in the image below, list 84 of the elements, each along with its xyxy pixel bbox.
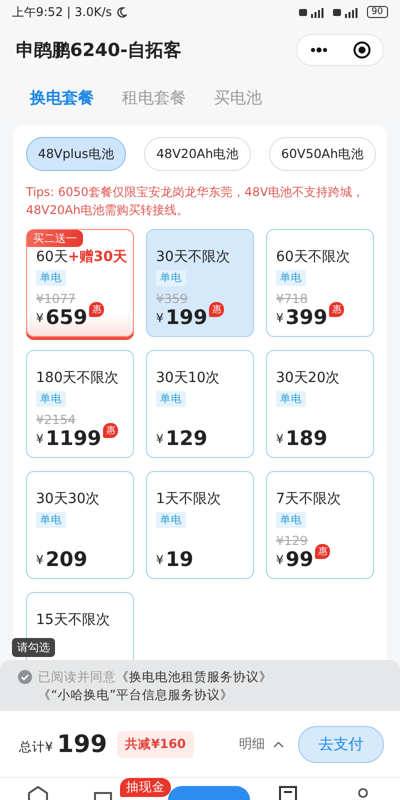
more-icon[interactable]	[310, 47, 328, 53]
plan-tag: 单电	[36, 391, 66, 407]
total-price: 199	[56, 730, 108, 758]
moon-icon	[116, 6, 127, 18]
tooltip: 请勾选	[12, 638, 55, 657]
plan-card[interactable]: 60天不限次 单电 ¥718 ¥399 惠	[266, 229, 374, 337]
plan-title: 180天不限次	[36, 369, 119, 387]
plan-tag: 单电	[276, 270, 306, 286]
plan-tag: 单电	[276, 391, 306, 407]
battery-icon: 90	[366, 6, 388, 18]
discount-badge: 惠	[89, 302, 104, 317]
person-icon[interactable]	[356, 786, 368, 800]
plan-price: 199	[166, 306, 208, 328]
currency-sign: ¥	[276, 432, 284, 448]
original-price: ¥718	[276, 291, 308, 306]
plan-price: 19	[166, 548, 194, 570]
plan-tag: 单电	[156, 391, 186, 407]
plan-title: 30天不限次	[156, 248, 230, 266]
plan-card[interactable]: 买二送一 60天+赠30天 单电 ¥1077 ¥659 惠	[26, 229, 134, 337]
discount-badge: 惠	[103, 423, 118, 438]
center-button[interactable]	[168, 786, 250, 800]
bag-icon[interactable]	[93, 790, 113, 800]
document-icon[interactable]	[278, 786, 298, 800]
plan-title: 60天不限次	[276, 248, 350, 266]
currency-sign: ¥	[156, 553, 164, 569]
currency-sign: ¥	[276, 553, 284, 569]
plan-price: 399	[286, 306, 328, 328]
plan-price: 659	[46, 306, 88, 328]
discount-badge: 惠	[315, 544, 330, 559]
cash-badge: 抽现金	[120, 778, 171, 797]
battery-chip[interactable]: 48V20Ah电池	[144, 137, 252, 171]
plan-tag: 单电	[156, 270, 186, 286]
plan-card[interactable]: 30天20次 单电 ¥189	[266, 350, 374, 458]
status-time: 上午9:52 | 3.0K/s	[12, 4, 112, 20]
plan-title: 60天+赠30天	[36, 248, 128, 266]
target-icon[interactable]	[352, 41, 370, 59]
plan-card[interactable]: 180天不限次 单电 ¥2154 ¥1199 惠	[26, 350, 134, 458]
plan-price: 209	[46, 548, 88, 570]
promo-ribbon: 买二送一	[27, 230, 83, 247]
plan-title: 30天10次	[156, 369, 220, 387]
currency-sign: ¥	[36, 432, 44, 448]
currency-sign: ¥	[156, 432, 164, 448]
details-button[interactable]: 明细	[239, 735, 284, 753]
plan-title: 15天不限次	[36, 611, 110, 629]
battery-chip[interactable]: 48Vplus电池	[26, 137, 126, 171]
plan-card[interactable]: 30天10次 单电 ¥129	[146, 350, 254, 458]
currency-sign: ¥	[36, 553, 44, 569]
total-label: 总计¥	[19, 738, 53, 756]
plan-title: 30天30次	[36, 490, 100, 508]
discount-label: 共减¥160	[117, 730, 194, 758]
plan-tag: 单电	[36, 512, 66, 528]
plan-title: 7天不限次	[276, 490, 341, 508]
original-price: ¥1077	[36, 291, 76, 306]
home-icon[interactable]	[26, 786, 48, 800]
plan-price: 129	[166, 427, 208, 449]
original-price: ¥129	[276, 533, 308, 548]
plan-tag: 单电	[36, 270, 66, 286]
checkbox[interactable]	[18, 670, 32, 684]
discount-badge: 惠	[329, 302, 344, 317]
currency-sign: ¥	[36, 311, 44, 327]
plan-title: 30天20次	[276, 369, 340, 387]
battery-chip[interactable]: 60V50Ah电池	[269, 137, 376, 171]
caret-icon	[273, 740, 284, 748]
page-title: 申鹍鹏6240-自拓客	[16, 39, 183, 62]
original-price: ¥2154	[36, 412, 76, 427]
original-price: ¥359	[156, 291, 188, 306]
agreement-link[interactable]: 《“小哈换电”平台信息服务协议》	[38, 687, 233, 702]
capsule-menu[interactable]	[296, 34, 384, 66]
agreement-text: 已阅读并同意《换电电池租赁服务协议》 《“小哈换电”平台信息服务协议》	[38, 668, 273, 704]
plan-price: 99	[286, 548, 314, 570]
plan-tag: 单电	[156, 512, 186, 528]
currency-sign: ¥	[276, 311, 284, 327]
plan-tag: 单电	[276, 512, 306, 528]
plan-price: 1199	[46, 427, 102, 449]
plan-card[interactable]: 30天不限次 单电 ¥359 ¥199 惠	[146, 229, 254, 337]
agreement-link[interactable]: 《换电电池租赁服务协议》	[116, 669, 272, 684]
plan-price: 189	[286, 427, 328, 449]
plan-title: 1天不限次	[156, 490, 221, 508]
tips-text: Tips: 6050套餐仅限宝安龙岗龙华东莞，48V电池不支持跨城，48V20Ah电池需购买转接线。	[26, 184, 366, 219]
plan-card[interactable]: 1天不限次 单电 ¥19	[146, 471, 254, 579]
currency-sign: ¥	[156, 311, 164, 327]
discount-badge: 惠	[209, 302, 224, 317]
plan-card[interactable]: 30天30次 单电 ¥209	[26, 471, 134, 579]
plan-card[interactable]: 7天不限次 单电 ¥129 ¥99 惠	[266, 471, 374, 579]
